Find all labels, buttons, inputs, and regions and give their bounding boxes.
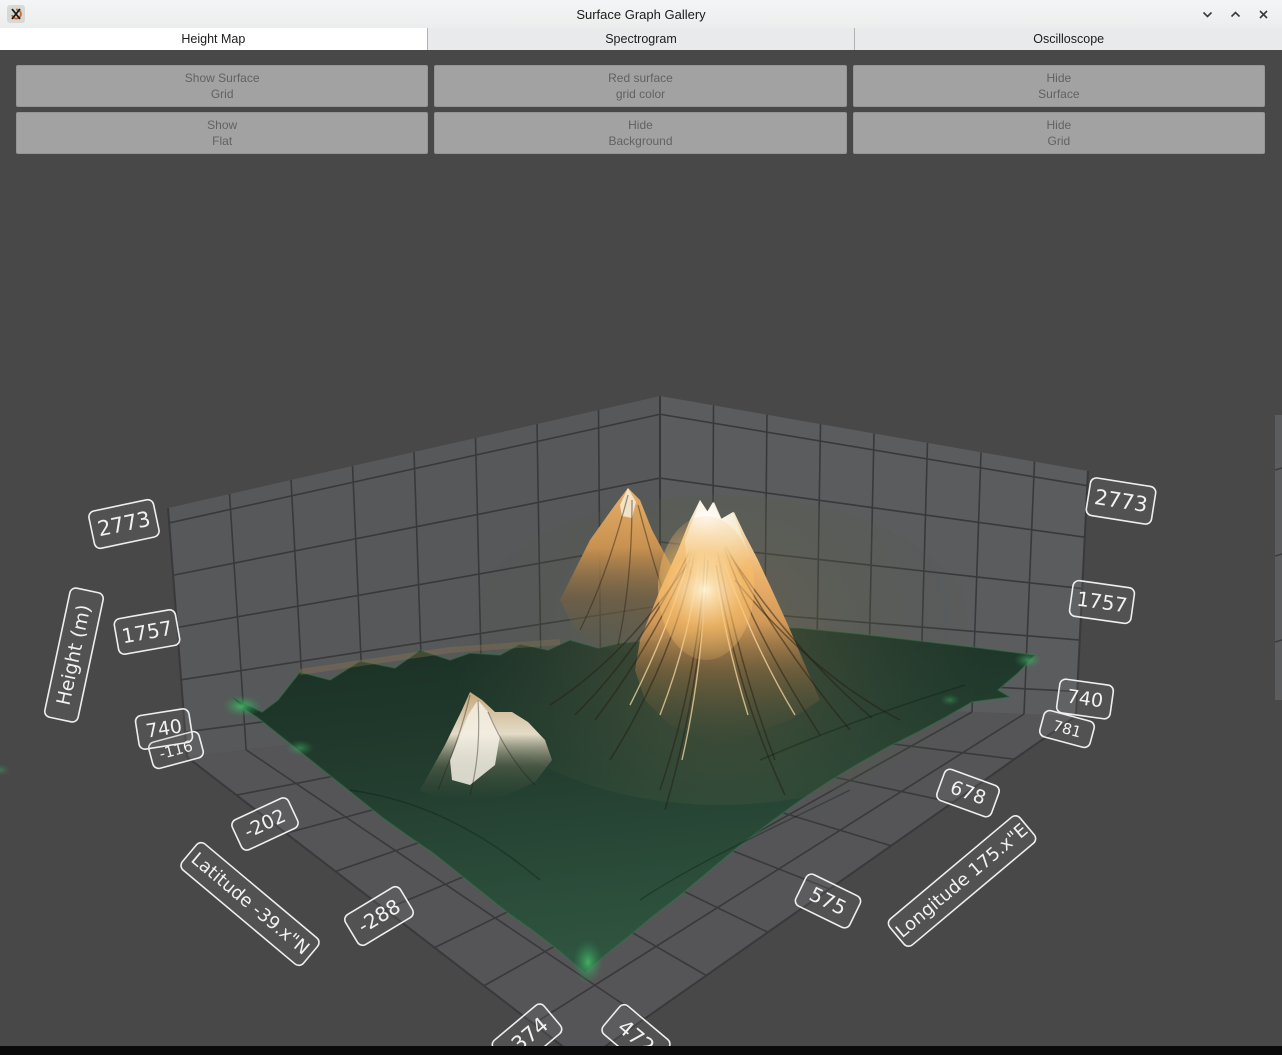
axis-label: 575 xyxy=(793,872,862,930)
show-flat-button[interactable]: Show Flat xyxy=(16,112,428,154)
axis-label: 1757 xyxy=(1069,580,1135,624)
axis-label: 2773 xyxy=(88,499,160,550)
right-edge-wall-sliver xyxy=(1275,415,1282,700)
axis-label: Height (m) xyxy=(44,587,105,723)
window-title: Surface Graph Gallery xyxy=(0,7,1282,22)
tab-bar: Height Map Spectrogram Oscilloscope xyxy=(0,28,1282,50)
axis-label: 2773 xyxy=(1085,477,1156,525)
svg-text:Longitude 175.x"E: Longitude 175.x"E xyxy=(892,820,1032,943)
show-surface-grid-button[interactable]: Show Surface Grid xyxy=(16,65,428,107)
tab-height-map[interactable]: Height Map xyxy=(0,28,428,50)
bottom-clipped-strip xyxy=(0,1046,1282,1055)
close-icon xyxy=(1257,8,1270,21)
chevron-down-icon xyxy=(1201,8,1214,21)
title-bar: Surface Graph Gallery xyxy=(0,0,1282,29)
surface-grid-color-button[interactable]: Red surface grid color xyxy=(434,65,846,107)
maximize-button[interactable] xyxy=(1226,5,1244,23)
toolbar: Show Surface Grid Red surface grid color… xyxy=(16,65,1265,154)
tab-oscilloscope[interactable]: Oscilloscope xyxy=(855,28,1282,50)
hide-background-button[interactable]: Hide Background xyxy=(434,112,846,154)
hide-surface-button[interactable]: Hide Surface xyxy=(853,65,1265,107)
chevron-up-icon xyxy=(1229,8,1242,21)
close-button[interactable] xyxy=(1254,5,1272,23)
app-icon xyxy=(7,5,25,23)
hide-grid-button[interactable]: Hide Grid xyxy=(853,112,1265,154)
axis-label: 1757 xyxy=(113,609,180,655)
axis-label: 740 xyxy=(1056,678,1114,719)
axis-label: 740 xyxy=(135,708,194,750)
axis-label: Latitude -39.x"N xyxy=(179,840,322,968)
svg-text:Latitude -39.x"N: Latitude -39.x"N xyxy=(187,849,313,960)
shade-button[interactable] xyxy=(1198,5,1216,23)
tab-spectrogram[interactable]: Spectrogram xyxy=(428,28,856,50)
surface-3d-view[interactable]: -1167812773175774027731757740-202-288-37… xyxy=(0,0,1282,1055)
